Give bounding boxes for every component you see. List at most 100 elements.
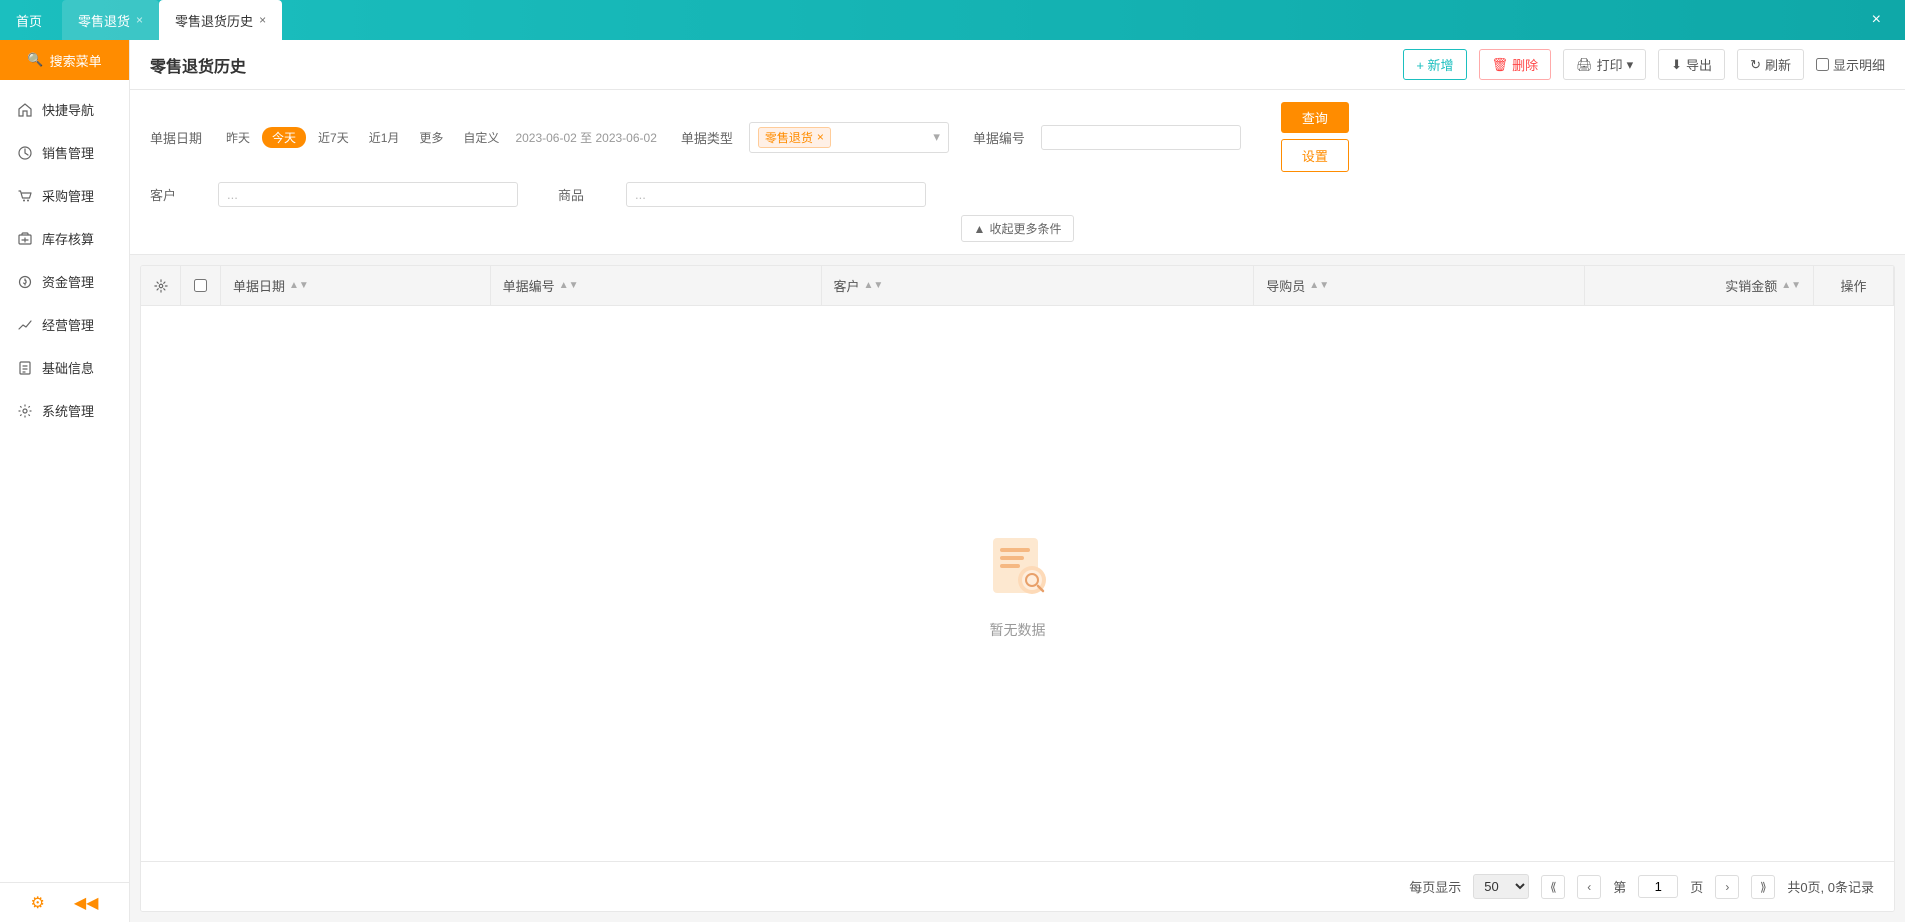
tab-retail-return-history-close[interactable]: ×	[259, 13, 266, 27]
sidebar-item-operations-label: 经营管理	[42, 315, 94, 334]
query-setting-group: 查询 设置	[1281, 102, 1349, 172]
filter-area: 单据日期 昨天 今天 近7天 近1月 更多 自定义 2023-06-02 至 2…	[130, 90, 1905, 255]
tab-retail-return-history-label: 零售退货历史	[175, 11, 253, 30]
customer-placeholder: ...	[227, 187, 238, 202]
doc-type-tag-close[interactable]: ×	[817, 130, 824, 144]
delete-icon: 🗑	[1492, 57, 1509, 73]
content-area: 零售退货历史 + 新增 🗑 删除 🖨 打印 ▾ ⬇ 导出 ↻	[130, 40, 1905, 922]
date-opt-7days[interactable]: 近7天	[310, 127, 357, 148]
tab-retail-return-history[interactable]: 零售退货历史 ×	[159, 0, 282, 40]
system-icon	[16, 402, 34, 420]
doc-no-sort-icon: ▲▼	[559, 280, 579, 291]
refresh-button[interactable]: ↻ 刷新	[1737, 49, 1804, 80]
th-customer[interactable]: 客户 ▲▼	[822, 266, 1255, 305]
top-bar: 首页 零售退货 × 零售退货历史 × ×	[0, 0, 1905, 40]
show-detail-input[interactable]	[1816, 58, 1829, 71]
doc-no-input[interactable]	[1041, 125, 1241, 150]
jump-label: 第	[1613, 877, 1626, 896]
sidebar-item-system[interactable]: 系统管理	[0, 389, 129, 432]
doc-type-chevron-icon: ▾	[933, 129, 940, 145]
sidebar-item-basic-info-label: 基础信息	[42, 358, 94, 377]
th-doc-no-label: 单据编号	[503, 276, 555, 295]
date-range-display: 2023-06-02 至 2023-06-02	[515, 129, 656, 146]
filter-doc-no: 单据编号	[973, 125, 1241, 150]
export-button[interactable]: ⬇ 导出	[1658, 49, 1725, 80]
goods-select[interactable]: ...	[626, 182, 926, 207]
print-chevron-icon: ▾	[1627, 57, 1634, 73]
date-opt-today[interactable]: 今天	[262, 127, 306, 148]
show-detail-checkbox[interactable]: 显示明细	[1816, 55, 1885, 74]
date-opt-yesterday[interactable]: 昨天	[218, 127, 258, 148]
select-all-checkbox[interactable]	[194, 279, 207, 292]
th-amount[interactable]: 实销金额 ▲▼	[1585, 266, 1814, 305]
empty-text: 暂无数据	[990, 620, 1046, 640]
tab-retail-return-close[interactable]: ×	[136, 13, 143, 27]
sidebar-item-sales-mgmt[interactable]: 销售管理	[0, 131, 129, 174]
next-page-button[interactable]: ›	[1715, 875, 1739, 899]
page-size-select[interactable]: 20 50 100	[1473, 874, 1529, 899]
customer-select[interactable]: ...	[218, 182, 518, 207]
audio-bottom-icon[interactable]: ◀◀	[74, 893, 99, 913]
sidebar-item-sales-label: 销售管理	[42, 143, 94, 162]
sidebar-search[interactable]: 🔍 搜索菜单	[0, 40, 129, 80]
tab-retail-return[interactable]: 零售退货 ×	[62, 0, 159, 40]
sidebar-item-finance[interactable]: 资金管理	[0, 260, 129, 303]
filter-setting-button[interactable]: 设置	[1281, 139, 1349, 172]
sidebar-item-quick-nav[interactable]: 快捷导航	[0, 88, 129, 131]
filter-customer: 客户 ...	[150, 182, 518, 207]
filter-row-2: 客户 ... 商品 ...	[150, 182, 1885, 207]
th-settings[interactable]	[141, 266, 181, 305]
date-opt-1month[interactable]: 近1月	[361, 127, 408, 148]
collapse-up-icon: ▲	[974, 222, 986, 236]
filter-doc-type: 单据类型 零售退货 × ▾	[681, 122, 949, 153]
search-icon: 🔍	[27, 52, 43, 68]
prev-page-button[interactable]: ‹	[1577, 875, 1601, 899]
th-doc-no[interactable]: 单据编号 ▲▼	[491, 266, 822, 305]
th-doc-date-label: 单据日期	[233, 276, 285, 295]
page-title: 零售退货历史	[150, 53, 246, 77]
settings-bottom-icon[interactable]: ⚙	[31, 893, 45, 913]
th-guide-label: 导购员	[1266, 276, 1305, 295]
date-opt-custom[interactable]: 自定义	[455, 127, 507, 148]
th-doc-date[interactable]: 单据日期 ▲▼	[221, 266, 491, 305]
doc-type-label: 单据类型	[681, 128, 741, 147]
doc-type-select[interactable]: 零售退货 × ▾	[749, 122, 949, 153]
table-body: 暂无数据	[141, 306, 1894, 861]
page-header: 零售退货历史 + 新增 🗑 删除 🖨 打印 ▾ ⬇ 导出 ↻	[130, 40, 1905, 90]
refresh-icon: ↻	[1750, 57, 1761, 73]
amount-sort-icon: ▲▼	[1781, 280, 1801, 291]
last-page-button[interactable]: ⟫	[1751, 875, 1775, 899]
date-opt-more[interactable]: 更多	[411, 127, 451, 148]
filter-goods: 商品 ...	[558, 182, 926, 207]
first-page-button[interactable]: ⟪	[1541, 875, 1565, 899]
filter-row-1: 单据日期 昨天 今天 近7天 近1月 更多 自定义 2023-06-02 至 2…	[150, 102, 1885, 172]
th-guide[interactable]: 导购员 ▲▼	[1254, 266, 1585, 305]
window-close-button[interactable]: ×	[1864, 7, 1889, 33]
sidebar-search-label: 搜索菜单	[50, 51, 102, 70]
print-button[interactable]: 🖨 打印 ▾	[1563, 49, 1646, 80]
collapse-button[interactable]: ▲ 收起更多条件	[961, 215, 1075, 242]
doc-no-label: 单据编号	[973, 128, 1033, 147]
query-button[interactable]: 查询	[1281, 102, 1349, 133]
goods-label: 商品	[558, 185, 618, 204]
tab-home[interactable]: 首页	[0, 0, 58, 40]
sidebar-item-system-label: 系统管理	[42, 401, 94, 420]
sidebar-item-inventory[interactable]: 库存核算	[0, 217, 129, 260]
main-layout: 🔍 搜索菜单 快捷导航 销售管理 采购管理	[0, 40, 1905, 922]
page-size-label: 每页显示	[1409, 877, 1461, 896]
page-label: 页	[1690, 877, 1703, 896]
date-options: 昨天 今天 近7天 近1月 更多 自定义	[218, 127, 507, 148]
empty-state: 暂无数据	[978, 528, 1058, 640]
th-amount-label: 实销金额	[1725, 276, 1777, 295]
sidebar-item-basic-info[interactable]: 基础信息	[0, 346, 129, 389]
th-checkbox[interactable]	[181, 266, 221, 305]
sidebar-item-purchase-mgmt[interactable]: 采购管理	[0, 174, 129, 217]
new-button[interactable]: + 新增	[1403, 49, 1466, 80]
total-records: 共0页, 0条记录	[1787, 877, 1874, 896]
sidebar-item-operations[interactable]: 经营管理	[0, 303, 129, 346]
sidebar-item-finance-label: 资金管理	[42, 272, 94, 291]
page-input[interactable]	[1638, 875, 1678, 898]
basic-info-icon	[16, 359, 34, 377]
tab-retail-return-label: 零售退货	[78, 11, 130, 30]
delete-button[interactable]: 🗑 删除	[1479, 49, 1552, 80]
